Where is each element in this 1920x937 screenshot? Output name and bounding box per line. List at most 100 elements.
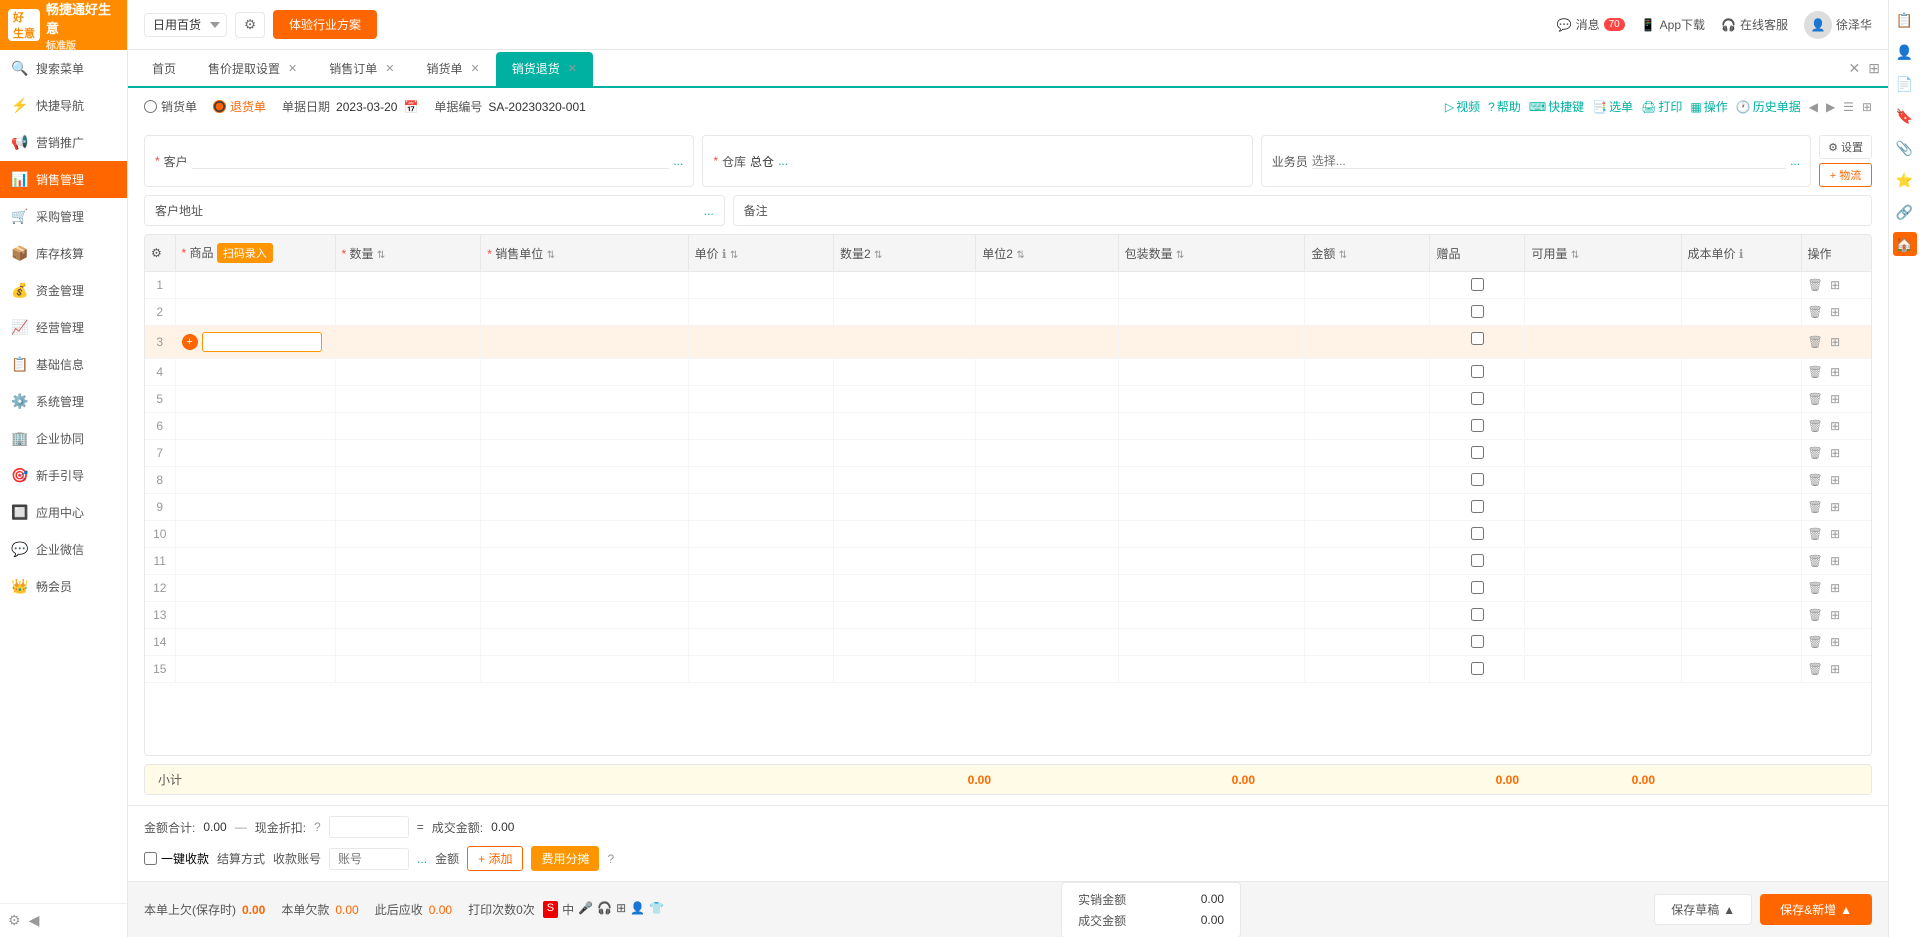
copy-row-icon-12[interactable]: ⊞ xyxy=(1830,581,1840,595)
delete-row-icon-10[interactable]: 🗑 xyxy=(1808,527,1823,541)
sidebar-item-enterprise[interactable]: 🏢 企业协同 xyxy=(0,420,127,457)
online-service-item[interactable]: 🎧 在线客服 xyxy=(1721,16,1788,33)
cost-info-icon[interactable]: ℹ xyxy=(1739,247,1744,261)
gift-checkbox-1[interactable] xyxy=(1471,278,1484,291)
available-sort-icon[interactable]: ⇅ xyxy=(1571,250,1579,261)
tab-price-settings-close[interactable]: ✕ xyxy=(288,62,297,75)
sidebar-item-wechat[interactable]: 💬 企业微信 xyxy=(0,531,127,568)
radio-return-input[interactable] xyxy=(213,100,226,113)
copy-row-icon-6[interactable]: ⊞ xyxy=(1830,419,1840,433)
qty-sort-icon[interactable]: ⇅ xyxy=(377,250,385,261)
help-link[interactable]: ? 帮助 xyxy=(1488,98,1521,115)
radio-sale-input[interactable] xyxy=(144,100,157,113)
fee-help-icon[interactable]: ? xyxy=(607,852,614,866)
copy-row-icon-7[interactable]: ⊞ xyxy=(1830,446,1840,460)
add-row-icon[interactable]: + xyxy=(182,334,198,350)
header-settings-button[interactable]: ⚙ xyxy=(235,12,265,38)
warehouse-dots[interactable]: ... xyxy=(778,154,788,168)
right-panel-icon-1[interactable]: 📋 xyxy=(1893,8,1917,32)
tab-sales-delivery-close[interactable]: ✕ xyxy=(471,62,480,75)
fee-split-button[interactable]: 费用分摊 xyxy=(531,846,599,871)
tab-sales-return-close[interactable]: ✕ xyxy=(568,62,577,75)
gift-checkbox-9[interactable] xyxy=(1471,500,1484,513)
note-input[interactable] xyxy=(772,204,1861,218)
add-button[interactable]: + 添加 xyxy=(467,846,523,871)
sidebar-item-inventory[interactable]: 📦 库存核算 xyxy=(0,235,127,272)
gift-checkbox-14[interactable] xyxy=(1471,635,1484,648)
right-panel-icon-8[interactable]: 🏠 xyxy=(1893,232,1917,256)
copy-row-icon-8[interactable]: ⊞ xyxy=(1830,473,1840,487)
maximize-tab-btn[interactable]: ⊞ xyxy=(1868,60,1880,77)
sidebar-collapse-btn[interactable]: ◀ xyxy=(29,912,40,929)
delete-row-icon-14[interactable]: 🗑 xyxy=(1808,635,1823,649)
delete-row-icon-15[interactable]: 🗑 xyxy=(1808,662,1823,676)
account-input[interactable] xyxy=(329,848,409,870)
copy-row-icon-10[interactable]: ⊞ xyxy=(1830,527,1840,541)
copy-row-icon-5[interactable]: ⊞ xyxy=(1830,392,1840,406)
product-input-3[interactable] xyxy=(202,332,322,352)
nav-next-icon[interactable]: ▶ xyxy=(1826,100,1835,114)
discount-help-icon[interactable]: ? xyxy=(314,820,321,834)
delete-row-icon-6[interactable]: 🗑 xyxy=(1808,419,1823,433)
sidebar-item-search[interactable]: 🔍 搜索菜单 xyxy=(0,50,127,87)
grid-view-icon[interactable]: ⊞ xyxy=(1862,100,1872,114)
salesperson-dots[interactable]: ... xyxy=(1790,154,1800,168)
one-click-check[interactable] xyxy=(144,852,157,865)
history-link[interactable]: 🕐 历史单据 xyxy=(1736,98,1801,115)
sidebar-item-newbie[interactable]: 🎯 新手引导 xyxy=(0,457,127,494)
sidebar-item-apps[interactable]: 🔲 应用中心 xyxy=(0,494,127,531)
sidebar-settings-btn[interactable]: ⚙ xyxy=(8,912,21,929)
right-panel-icon-7[interactable]: 🔗 xyxy=(1893,200,1917,224)
gift-checkbox-13[interactable] xyxy=(1471,608,1484,621)
nav-prev-icon[interactable]: ◀ xyxy=(1809,100,1818,114)
app-download-item[interactable]: 📱 App下载 xyxy=(1641,16,1705,33)
delete-row-icon-13[interactable]: 🗑 xyxy=(1808,608,1823,622)
gift-checkbox-7[interactable] xyxy=(1471,446,1484,459)
sidebar-item-sales[interactable]: 📊 销售管理 xyxy=(0,161,127,198)
copy-row-icon-13[interactable]: ⊞ xyxy=(1830,608,1840,622)
delete-row-icon-2[interactable]: 🗑 xyxy=(1808,305,1823,319)
shortcut-link[interactable]: ⌨ 快捷键 xyxy=(1529,98,1584,115)
gift-checkbox-5[interactable] xyxy=(1471,392,1484,405)
right-panel-icon-5[interactable]: 📎 xyxy=(1893,136,1917,160)
customer-dots[interactable]: ... xyxy=(673,154,683,168)
account-dots[interactable]: ... xyxy=(417,852,427,866)
sidebar-item-finance[interactable]: 💰 资金管理 xyxy=(0,272,127,309)
right-panel-icon-6[interactable]: ⭐ xyxy=(1893,168,1917,192)
gift-checkbox-12[interactable] xyxy=(1471,581,1484,594)
delete-row-icon-5[interactable]: 🗑 xyxy=(1808,392,1823,406)
sidebar-item-member[interactable]: 👑 畅会员 xyxy=(0,568,127,605)
save-new-button[interactable]: 保存&新增 ▲ xyxy=(1760,894,1872,925)
tab-sales-return[interactable]: 销货退货 ✕ xyxy=(496,52,593,87)
copy-row-icon-2[interactable]: ⊞ xyxy=(1830,305,1840,319)
message-item[interactable]: 💬 消息 70 xyxy=(1557,16,1625,33)
delete-row-icon-8[interactable]: 🗑 xyxy=(1808,473,1823,487)
copy-row-icon-3[interactable]: ⊞ xyxy=(1830,335,1840,349)
gift-checkbox-3[interactable] xyxy=(1471,332,1484,345)
print-link[interactable]: 🖨 打印 xyxy=(1641,98,1682,115)
copy-row-icon-11[interactable]: ⊞ xyxy=(1830,554,1840,568)
delete-row-icon-9[interactable]: 🗑 xyxy=(1808,500,1823,514)
tab-price-settings[interactable]: 售价提取设置 ✕ xyxy=(192,52,313,87)
pack-sort-icon[interactable]: ⇅ xyxy=(1176,250,1184,261)
tab-home[interactable]: 首页 xyxy=(136,52,192,87)
right-panel-icon-3[interactable]: 📄 xyxy=(1893,72,1917,96)
radio-return[interactable]: 退货单 xyxy=(213,98,266,115)
discount-input[interactable] xyxy=(329,816,409,838)
video-link[interactable]: ▷ 视频 xyxy=(1445,98,1480,115)
radio-sale[interactable]: 销货单 xyxy=(144,98,197,115)
calendar-icon[interactable]: 📅 xyxy=(403,100,418,114)
price-info-icon[interactable]: ℹ xyxy=(722,247,727,261)
scan-button[interactable]: 扫码录入 xyxy=(217,243,273,263)
list-view-icon[interactable]: ☰ xyxy=(1843,100,1854,114)
sidebar-item-system[interactable]: ⚙️ 系统管理 xyxy=(0,383,127,420)
sidebar-item-shortcut[interactable]: ⚡ 快捷导航 xyxy=(0,87,127,124)
save-draft-button[interactable]: 保存草稿 ▲ xyxy=(1654,894,1752,925)
right-panel-icon-2[interactable]: 👤 xyxy=(1893,40,1917,64)
category-select[interactable]: 日用百货 xyxy=(144,13,227,37)
tab-sales-order-close[interactable]: ✕ xyxy=(385,62,394,75)
trial-button[interactable]: 体验行业方案 xyxy=(273,10,377,39)
customer-input[interactable] xyxy=(192,154,670,169)
sidebar-item-marketing[interactable]: 📢 营销推广 xyxy=(0,124,127,161)
gift-checkbox-10[interactable] xyxy=(1471,527,1484,540)
